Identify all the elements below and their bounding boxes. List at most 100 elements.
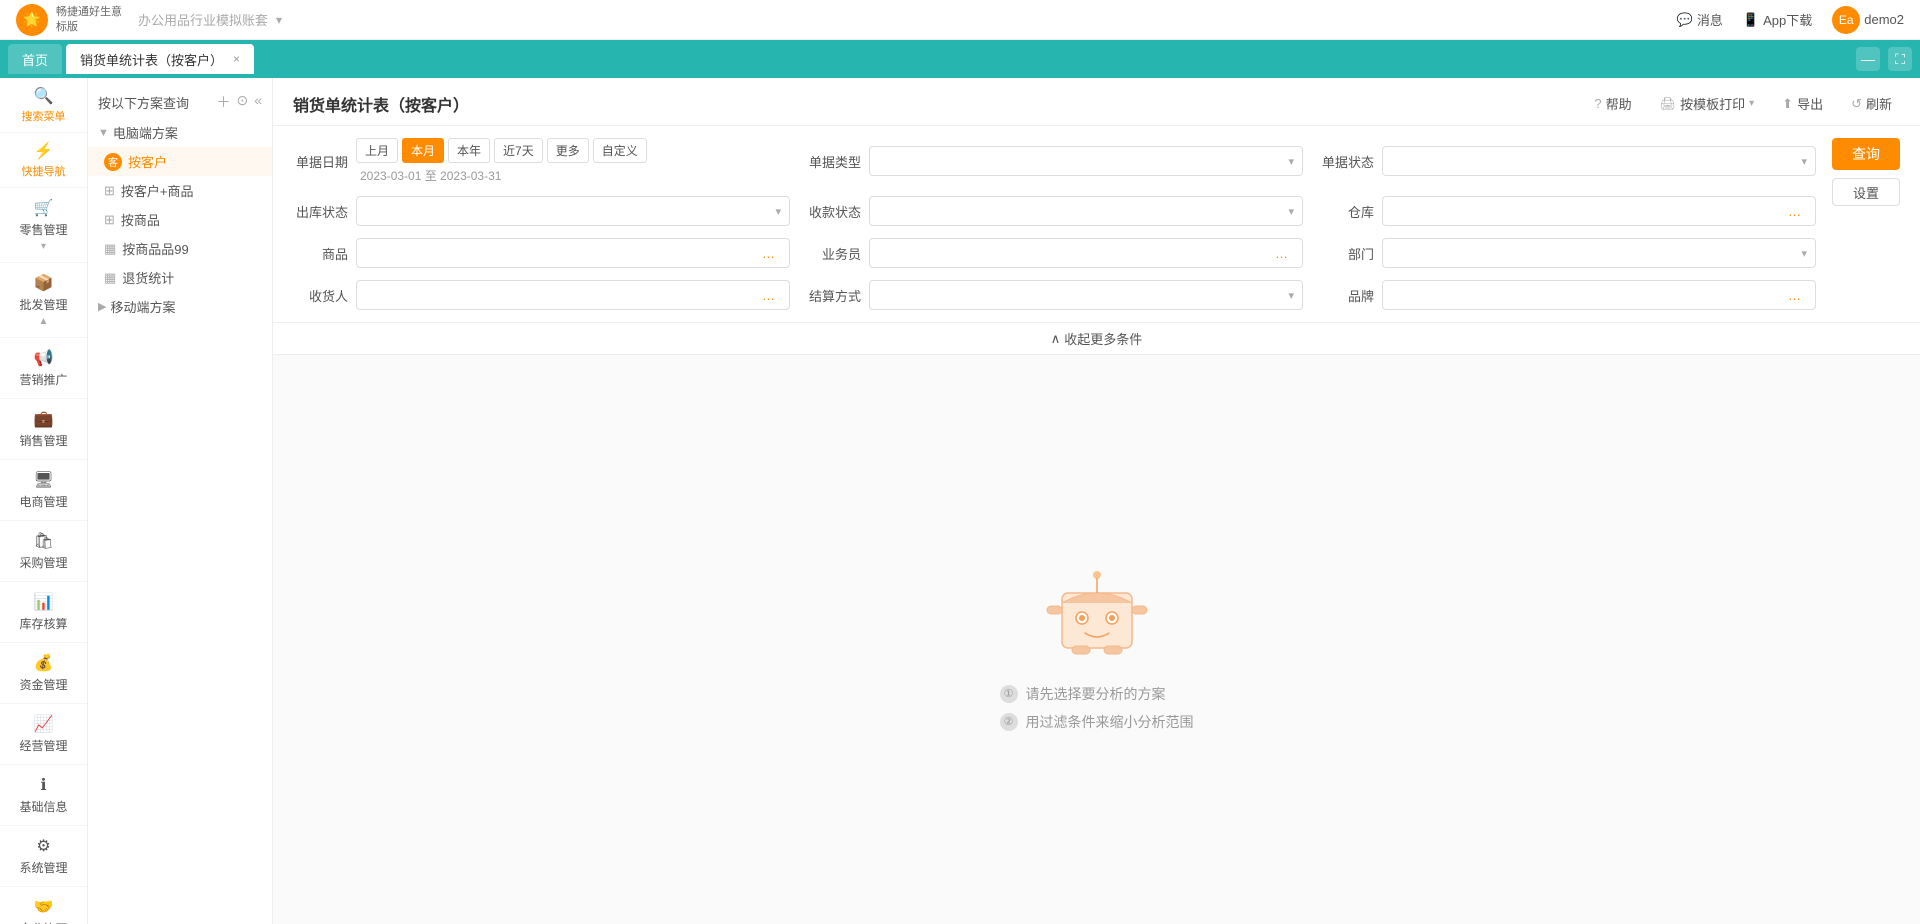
tree-expand-icon: ▼ (98, 127, 109, 139)
user-area[interactable]: Ea demo2 (1832, 6, 1904, 34)
type-arrow-icon: ▾ (1288, 155, 1294, 168)
receiver-input[interactable]: … (356, 280, 790, 310)
ecommerce-icon: 🖥 (33, 470, 53, 490)
sidebar-nav-label: 快捷导航 (8, 163, 79, 179)
date-label: 单据日期 (293, 152, 348, 171)
out-status-select[interactable]: ▾ (356, 196, 790, 226)
by-goods99-label: 按商品品99 (122, 239, 188, 258)
warehouse-cell: 仓库 … (1319, 196, 1816, 226)
sidebar-item-sales[interactable]: 💼 销售管理 (0, 399, 87, 460)
sidebar-item-operation[interactable]: 📈 经营管理 (0, 704, 87, 765)
user-name: demo2 (1864, 12, 1904, 27)
sidebar-item-purchase[interactable]: 🛍 采购管理 (0, 521, 87, 582)
operation-label: 经营管理 (19, 737, 67, 754)
settings-button[interactable]: 设置 (1832, 178, 1900, 206)
sidebar-search[interactable]: 🔍 搜索菜单 (0, 78, 87, 133)
sidebar-item-wholesale[interactable]: 📦 批发管理 ▲ (0, 263, 87, 338)
goods-ellipsis-icon[interactable]: … (756, 243, 781, 264)
sidebar-item-inventory[interactable]: 📊 库存核算 (0, 582, 87, 643)
settings-scheme-icon[interactable]: ⊙ (236, 92, 248, 112)
purchase-icon: 🛍 (33, 531, 53, 551)
warehouse-ellipsis-icon[interactable]: … (1782, 201, 1807, 222)
receipt-status-arrow-icon: ▾ (1288, 205, 1294, 218)
by-goods99-icon: ▦ (104, 241, 116, 257)
receiver-label: 收货人 (293, 286, 348, 305)
tree-item-by-customer-goods[interactable]: ⊞ 按客户+商品 (88, 176, 272, 205)
filter-row-2: 出库状态 ▾ 收款状态 ▾ (293, 196, 1816, 226)
message-btn[interactable]: 💬 消息 (1677, 10, 1723, 29)
main-layout: 🔍 搜索菜单 ⚡ 快捷导航 🛒 零售管理 ▾ 📦 批发管理 ▲ 📢 营销推广 💼… (0, 78, 1920, 924)
basic-icon: ℹ (40, 775, 46, 795)
settlement-select[interactable]: ▾ (869, 280, 1303, 310)
sidebar-item-retail[interactable]: 🛒 零售管理 ▾ (0, 188, 87, 263)
receipt-status-select[interactable]: ▾ (869, 196, 1303, 226)
system-label: 系统管理 (19, 859, 67, 876)
date-btn-this-month[interactable]: 本月 (402, 138, 444, 163)
page-title: 销货单统计表（按客户） (293, 92, 469, 116)
tab-bar: 首页 销货单统计表（按客户） × — ⛶ (0, 40, 1920, 78)
tab-max-btn[interactable]: ⛶ (1888, 47, 1912, 71)
sidebar-item-marketing[interactable]: 📢 营销推广 (0, 338, 87, 399)
tab-close-btn[interactable]: × (233, 52, 240, 66)
tree-mobile-group[interactable]: ▶ 移动端方案 (88, 292, 272, 321)
app-download-label: App下载 (1763, 10, 1812, 29)
tree-desktop-group[interactable]: ▼ 电脑端方案 (88, 118, 272, 147)
warehouse-input[interactable]: … (1382, 196, 1816, 226)
settlement-cell: 结算方式 ▾ (806, 280, 1303, 310)
goods-input[interactable]: … (356, 238, 790, 268)
by-goods-icon: ⊞ (104, 212, 115, 228)
collapse-row[interactable]: ∧ 收起更多条件 (273, 323, 1920, 355)
sidebar-item-enterprise[interactable]: 🤝 企业协同 (0, 887, 87, 924)
search-button[interactable]: 查询 (1832, 138, 1900, 170)
app-download-btn[interactable]: 📱 App下载 (1743, 10, 1812, 29)
type-select[interactable]: ▾ (869, 146, 1303, 176)
operation-icon: 📈 (34, 714, 54, 734)
date-btn-last7[interactable]: 近7天 (494, 138, 543, 163)
logo-icon: 🌟 (16, 4, 48, 36)
retail-icon: 🛒 (34, 198, 54, 218)
brand-input[interactable]: … (1382, 280, 1816, 310)
salesperson-ellipsis-icon[interactable]: … (1269, 243, 1294, 264)
sidebar-item-basic[interactable]: ℹ 基础信息 (0, 765, 87, 826)
left-panel: 按以下方案查询 ＋ ⊙ « ▼ 电脑端方案 客 按客户 ⊞ 按客户+商品 (88, 78, 273, 924)
date-btn-more[interactable]: 更多 (547, 138, 589, 163)
date-btn-this-year[interactable]: 本年 (448, 138, 490, 163)
top-header: 🌟 畅捷通好生意 标版 办公用品行业模拟账套 ▾ 💬 消息 📱 App下载 Ea… (0, 0, 1920, 40)
by-customer-icon: 客 (104, 153, 122, 171)
brand-ellipsis-icon[interactable]: … (1782, 285, 1807, 306)
tree-item-by-goods99[interactable]: ▦ 按商品品99 (88, 234, 272, 263)
department-select[interactable]: ▾ (1382, 238, 1816, 268)
print-arrow-icon: ▾ (1749, 98, 1754, 109)
tree-item-by-goods[interactable]: ⊞ 按商品 (88, 205, 272, 234)
panel-header-icons: ＋ ⊙ « (216, 92, 262, 112)
sidebar-item-ecommerce[interactable]: 🖥 电商管理 (0, 460, 87, 521)
receiver-ellipsis-icon[interactable]: … (756, 285, 781, 306)
btn-group: 查询 设置 (1816, 138, 1900, 206)
date-filter-cell: 单据日期 上月 本月 本年 近7天 更多 自定义 20 (293, 138, 790, 184)
type-filter-cell: 单据类型 ▾ (806, 138, 1303, 184)
refresh-btn[interactable]: ↺ 刷新 (1843, 90, 1900, 117)
tab-min-btn[interactable]: — (1856, 47, 1880, 71)
sidebar-item-system[interactable]: ⚙ 系统管理 (0, 826, 87, 887)
logo-text: 畅捷通好生意 标版 (56, 5, 122, 34)
salesperson-input[interactable]: … (869, 238, 1303, 268)
print-label: 按模板打印 (1680, 94, 1745, 113)
date-btn-last-month[interactable]: 上月 (356, 138, 398, 163)
collapse-panel-icon[interactable]: « (254, 92, 262, 112)
sidebar-item-finance[interactable]: 💰 资金管理 (0, 643, 87, 704)
tab-home[interactable]: 首页 (8, 44, 62, 74)
tab-active[interactable]: 销货单统计表（按客户） × (66, 44, 254, 74)
export-btn[interactable]: ⬆ 导出 (1774, 90, 1831, 117)
sidebar-nav[interactable]: ⚡ 快捷导航 (0, 133, 87, 188)
tree-item-refund[interactable]: ▦ 退货统计 (88, 263, 272, 292)
tree-item-by-customer[interactable]: 客 按客户 (88, 147, 272, 176)
add-scheme-icon[interactable]: ＋ (216, 92, 230, 112)
print-btn[interactable]: 🖨 按模板打印 ▾ (1652, 90, 1763, 117)
sidebar: 🔍 搜索菜单 ⚡ 快捷导航 🛒 零售管理 ▾ 📦 批发管理 ▲ 📢 营销推广 💼… (0, 78, 88, 924)
status-select[interactable]: ▾ (1382, 146, 1816, 176)
type-label: 单据类型 (806, 152, 861, 171)
status-label: 单据状态 (1319, 152, 1374, 171)
salesperson-cell: 业务员 … (806, 238, 1303, 268)
date-btn-custom[interactable]: 自定义 (593, 138, 647, 163)
help-btn[interactable]: ? 帮助 (1586, 90, 1639, 117)
